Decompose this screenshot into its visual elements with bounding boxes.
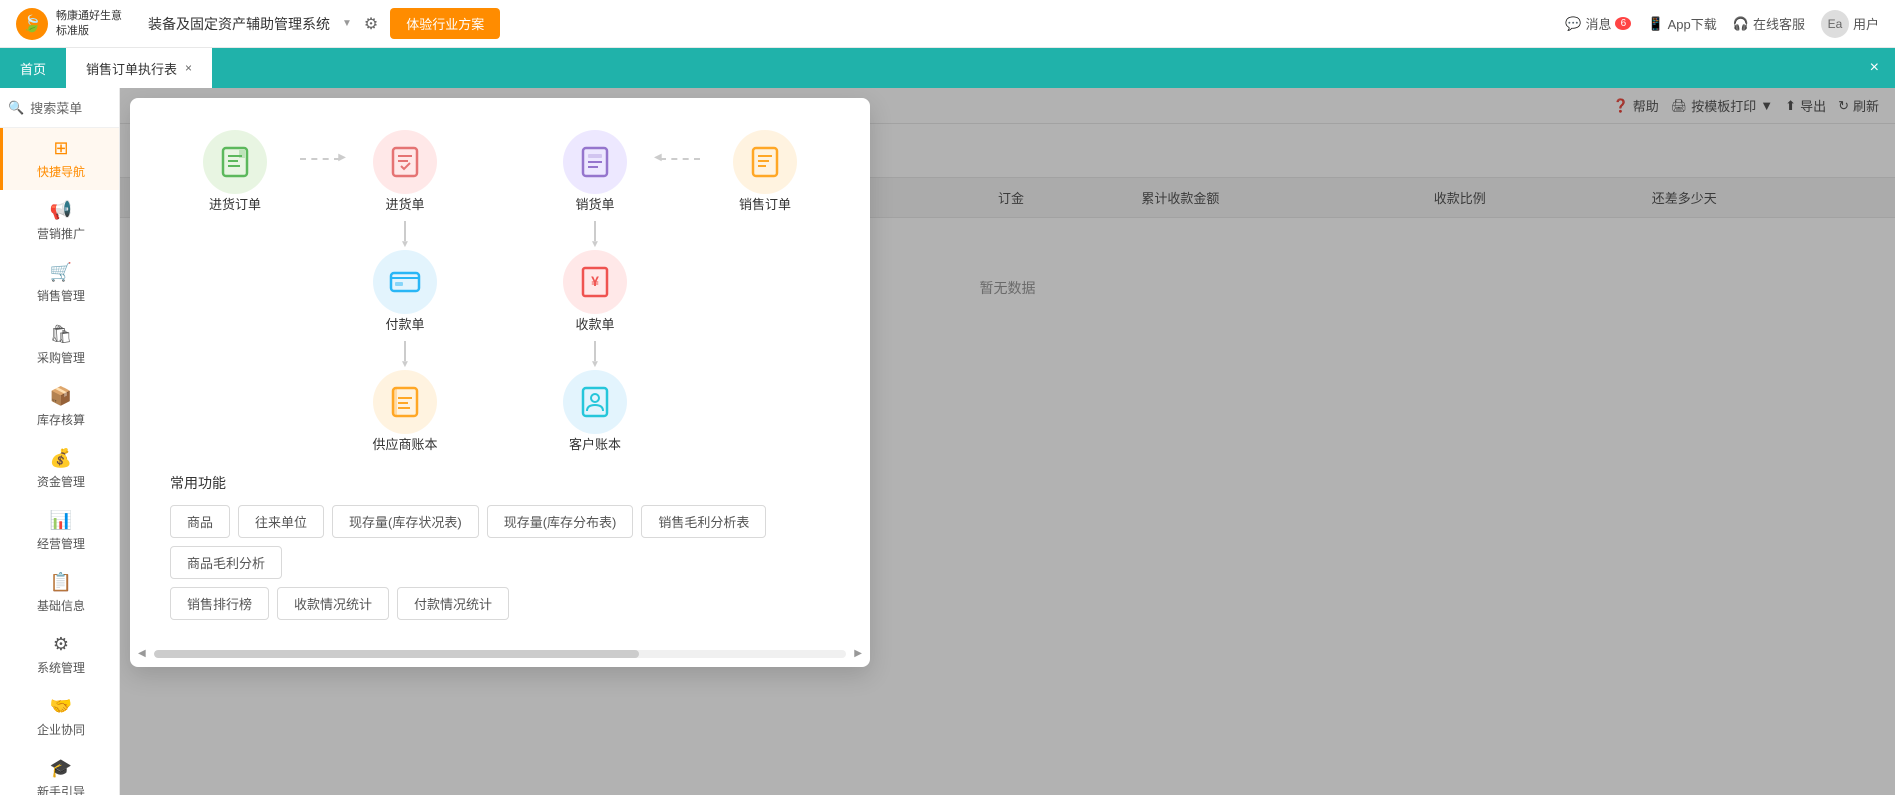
message-badge: 6 (1615, 17, 1631, 30)
sidebar-item-finance[interactable]: 💰 资金管理 (0, 438, 119, 500)
common-functions-title: 常用功能 (170, 473, 830, 493)
message-icon: 💬 (1565, 16, 1581, 32)
sidebar-item-basic-info[interactable]: 📋 基础信息 (0, 562, 119, 624)
logo-area: 🍃 畅康通好生意 标准版 (16, 8, 136, 40)
scrollbar-thumb (154, 650, 639, 658)
sidebar-item-sales[interactable]: 🛒 销售管理 (0, 252, 119, 314)
receipt-circle: ¥ (563, 250, 627, 314)
sidebar-item-operations[interactable]: 📊 经营管理 (0, 500, 119, 562)
flow-item-sales-order[interactable]: 销售订单 (700, 130, 830, 213)
common-btn-1[interactable]: 往来单位 (238, 505, 324, 538)
collab-icon: 🤝 (50, 696, 72, 717)
finance-icon: 💰 (50, 448, 72, 469)
flow-item-purchase-order[interactable]: 进货订单 (170, 130, 300, 213)
operations-icon: 📊 (50, 510, 72, 531)
online-service-btn[interactable]: 🎧 在线客服 (1733, 14, 1805, 33)
tab-sales-order-exec[interactable]: 销售订单执行表 × (66, 48, 212, 88)
modal-scrollbar: ◀ ▶ (130, 648, 870, 667)
modal: 进货订单 ▶ 进货单 (130, 98, 870, 667)
system-dropdown-icon[interactable]: ▼ (342, 18, 352, 29)
purchase-icon: 🛍 (50, 324, 73, 345)
sidebar-item-marketing[interactable]: 📢 营销推广 (0, 190, 119, 252)
sidebar-item-system[interactable]: ⚙ 系统管理 (0, 624, 119, 686)
user-profile-btn[interactable]: Ea 用户 (1821, 10, 1879, 38)
basic-info-icon: 📋 (50, 572, 72, 593)
top-header: 🍃 畅康通好生意 标准版 装备及固定资产辅助管理系统 ▼ ⚙ 体验行业方案 💬 … (0, 0, 1895, 48)
purchase-receipt-circle (373, 130, 437, 194)
headset-icon: 🎧 (1733, 16, 1749, 32)
common-btn-4[interactable]: 销售毛利分析表 (641, 505, 766, 538)
scroll-left-icon[interactable]: ◀ (138, 648, 146, 659)
arrow-receipt-down: ▼ (530, 341, 660, 370)
sidebar-item-inventory[interactable]: 📦 库存核算 (0, 376, 119, 438)
avatar: Ea (1821, 10, 1849, 38)
logo-icon: 🍃 (16, 8, 48, 40)
flow-item-receipt[interactable]: ¥ 收款单 (530, 250, 660, 333)
quick-nav-icon: ⊞ (53, 138, 68, 159)
sidebar-item-guide[interactable]: 🎓 新手引导 (0, 748, 119, 795)
arrow-sr-down: ▼ (530, 221, 660, 250)
purchase-order-circle (203, 130, 267, 194)
inventory-icon: 📦 (50, 386, 72, 407)
marketing-icon: 📢 (50, 200, 72, 221)
sidebar-item-purchase[interactable]: 🛍 采购管理 (0, 314, 119, 376)
flow-item-sales-receipt[interactable]: 销货单 (530, 130, 660, 213)
tab-close-icon[interactable]: × (185, 61, 192, 75)
sidebar-item-quick-nav[interactable]: ⊞ 快捷导航 (0, 128, 119, 190)
customer-ledger-circle (563, 370, 627, 434)
sales-order-circle (733, 130, 797, 194)
phone-icon: 📱 (1647, 16, 1663, 32)
common-section: 常用功能 商品往来单位现存量(库存状况表)现存量(库存分布表)销售毛利分析表商品… (130, 473, 870, 648)
flow-item-supplier-ledger[interactable]: 供应商账本 (340, 370, 470, 453)
modal-overlay[interactable]: 进货订单 ▶ 进货单 (120, 88, 1895, 795)
common-btn-row2-0[interactable]: 销售排行榜 (170, 587, 269, 620)
flow-item-customer-ledger[interactable]: 客户账本 (530, 370, 660, 453)
app-download-btn[interactable]: 📱 App下载 (1647, 14, 1716, 33)
content-area: ❓ 帮助 🖨 按模板打印 ▼ ⬆ 导出 ↻ 刷新 📅 (120, 88, 1895, 795)
common-btn-0[interactable]: 商品 (170, 505, 230, 538)
search-icon: 🔍 (8, 100, 24, 116)
flow-item-payment[interactable]: 付款单 (340, 250, 470, 333)
sidebar-item-collab[interactable]: 🤝 企业协同 (0, 686, 119, 748)
common-btns-row1: 商品往来单位现存量(库存状况表)现存量(库存分布表)销售毛利分析表商品毛利分析 (170, 505, 830, 579)
system-icon: ⚙ (53, 634, 69, 655)
scrollbar-track[interactable] (154, 650, 847, 658)
guide-icon: 🎓 (50, 758, 72, 779)
settings-icon[interactable]: ⚙ (364, 14, 378, 34)
tab-home[interactable]: 首页 (0, 48, 66, 88)
main-layout: 🔍 搜索菜单 ⊞ 快捷导航 📢 营销推广 🛒 销售管理 🛍 采购管理 📦 库存核… (0, 88, 1895, 795)
payment-circle (373, 250, 437, 314)
flow-section: 进货订单 ▶ 进货单 (130, 98, 870, 473)
system-title: 装备及固定资产辅助管理系统 (148, 14, 330, 34)
logo-text: 畅康通好生意 标准版 (56, 9, 122, 38)
common-btns-row2: 销售排行榜收款情况统计付款情况统计 (170, 587, 830, 620)
arrow-po-to-pr: ▶ (300, 130, 340, 160)
common-btn-5[interactable]: 商品毛利分析 (170, 546, 282, 579)
common-btn-3[interactable]: 现存量(库存分布表) (487, 505, 634, 538)
message-btn[interactable]: 💬 消息 6 (1565, 14, 1631, 33)
arrow-payment-down: ▼ (340, 341, 470, 370)
arrow-so-to-sr: ◀ (660, 130, 700, 160)
window-close-icon[interactable]: × (1854, 59, 1895, 77)
flow-item-purchase-receipt[interactable]: 进货单 (340, 130, 470, 213)
sales-receipt-circle (563, 130, 627, 194)
try-btn[interactable]: 体验行业方案 (390, 8, 500, 39)
sidebar: 🔍 搜索菜单 ⊞ 快捷导航 📢 营销推广 🛒 销售管理 🛍 采购管理 📦 库存核… (0, 88, 120, 795)
svg-text:¥: ¥ (591, 273, 599, 289)
common-btn-row2-2[interactable]: 付款情况统计 (397, 587, 509, 620)
scroll-right-icon[interactable]: ▶ (854, 648, 862, 659)
sales-icon: 🛒 (50, 262, 72, 283)
supplier-ledger-circle (373, 370, 437, 434)
header-right: 💬 消息 6 📱 App下载 🎧 在线客服 Ea 用户 (1565, 10, 1879, 38)
sidebar-search[interactable]: 🔍 搜索菜单 (0, 88, 119, 128)
nav-tabs: 首页 销售订单执行表 × × (0, 48, 1895, 88)
arrow-pr-down: ▼ (340, 221, 470, 250)
common-btn-2[interactable]: 现存量(库存状况表) (332, 505, 479, 538)
common-btn-row2-1[interactable]: 收款情况统计 (277, 587, 389, 620)
